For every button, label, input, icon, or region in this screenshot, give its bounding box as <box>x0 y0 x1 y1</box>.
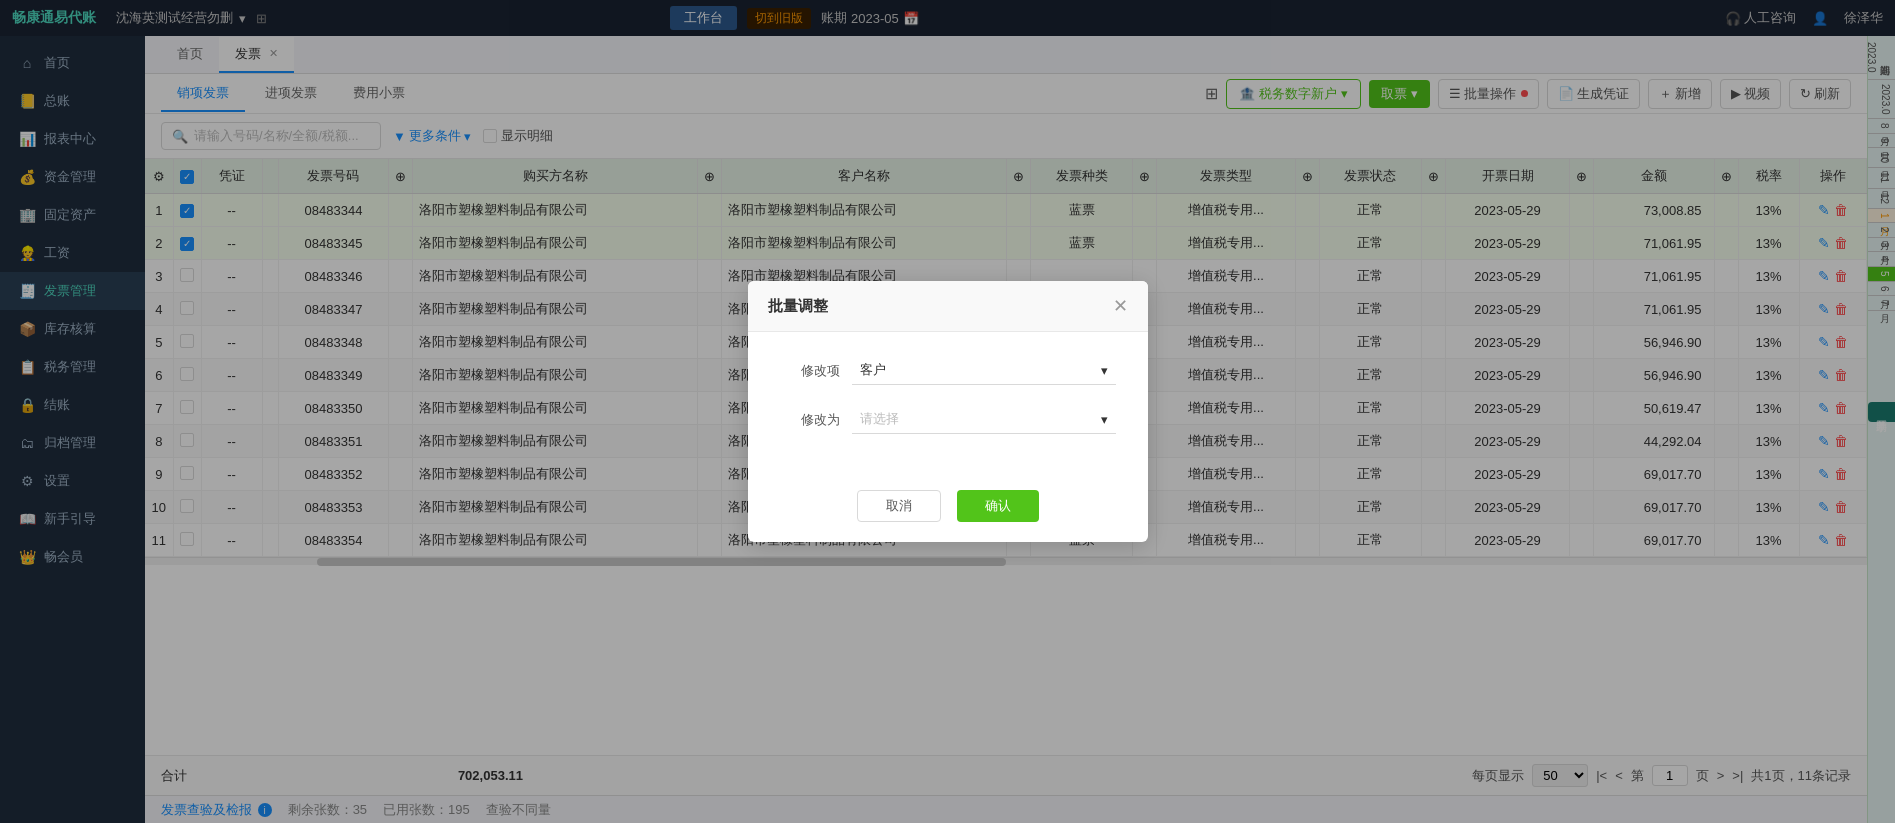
field-value: 客户 <box>860 361 886 379</box>
modal-header: 批量调整 ✕ <box>748 281 1148 332</box>
modal-footer: 取消 确认 <box>748 478 1148 542</box>
value-dropdown-arrow: ▾ <box>1101 412 1108 427</box>
modal-close-btn[interactable]: ✕ <box>1113 295 1128 317</box>
modal-confirm-btn[interactable]: 确认 <box>957 490 1039 522</box>
modal-overlay[interactable]: 批量调整 ✕ 修改项 客户 ▾ 修改为 请选择 ▾ 取消 确认 <box>0 0 1895 823</box>
modal-cancel-btn[interactable]: 取消 <box>857 490 941 522</box>
field-dropdown-arrow: ▾ <box>1101 363 1108 378</box>
modal-field-row: 修改项 客户 ▾ <box>780 356 1116 385</box>
field-label: 修改项 <box>780 362 840 380</box>
value-placeholder: 请选择 <box>860 410 899 428</box>
value-select[interactable]: 请选择 ▾ <box>852 405 1116 434</box>
modal-value-row: 修改为 请选择 ▾ <box>780 405 1116 434</box>
field-select[interactable]: 客户 ▾ <box>852 356 1116 385</box>
modal-body: 修改项 客户 ▾ 修改为 请选择 ▾ <box>748 332 1148 478</box>
batch-adjust-modal: 批量调整 ✕ 修改项 客户 ▾ 修改为 请选择 ▾ 取消 确认 <box>748 281 1148 542</box>
modal-title: 批量调整 <box>768 297 828 316</box>
value-label: 修改为 <box>780 411 840 429</box>
